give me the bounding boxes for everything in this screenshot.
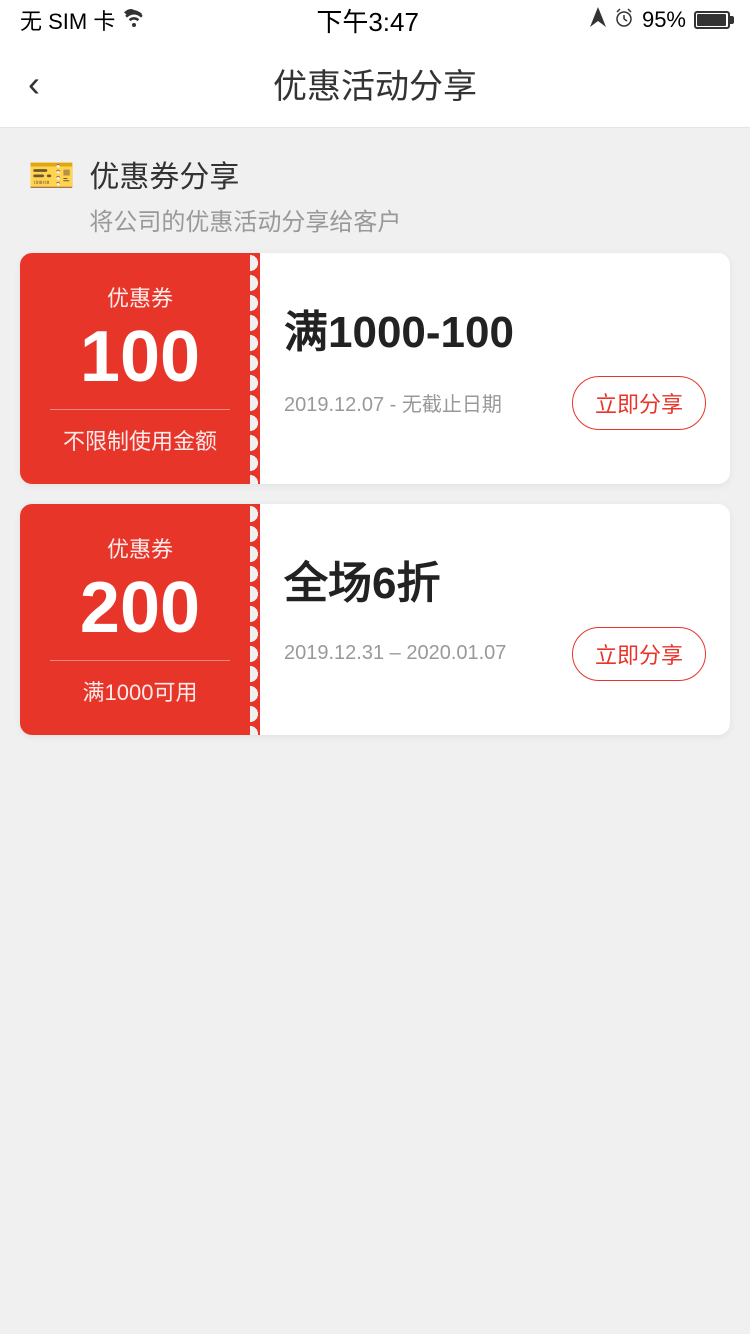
section-subtitle: 将公司的优惠活动分享给客户: [89, 202, 401, 237]
coupon-left-panel: 优惠券 100 不限制使用金额: [20, 253, 260, 484]
nav-bar: ‹ 优惠活动分享: [0, 40, 750, 128]
coupon-date: 2019.12.31 – 2020.01.07: [284, 642, 506, 665]
gps-icon: [590, 7, 606, 33]
coupon-name: 满1000-100: [284, 307, 706, 360]
alarm-icon: [614, 7, 634, 33]
coupon-item: 优惠券 100 不限制使用金额 满1000-100 2019.12.07 - 无…: [20, 253, 730, 484]
coupon-divider: [50, 660, 230, 661]
wifi-icon: [123, 7, 145, 33]
section-title: 优惠券分享: [89, 152, 401, 196]
status-left: 无 SIM 卡: [20, 4, 145, 36]
coupon-list: 优惠券 100 不限制使用金额 满1000-100 2019.12.07 - 无…: [0, 253, 750, 755]
coupon-share-icon: 🎫: [28, 154, 75, 198]
coupon-item: 优惠券 200 满1000可用 全场6折 2019.12.31 – 2020.0…: [20, 504, 730, 735]
coupon-name: 全场6折: [284, 558, 706, 611]
section-header: 🎫 优惠券分享 将公司的优惠活动分享给客户: [0, 128, 750, 253]
status-time: 下午3:47: [316, 2, 419, 39]
battery-percent: 95%: [642, 7, 686, 33]
carrier-text: 无 SIM 卡: [20, 4, 115, 36]
bottom-area: [0, 755, 750, 1255]
coupon-right-panel: 全场6折 2019.12.31 – 2020.01.07 立即分享: [260, 504, 730, 735]
coupon-left-panel: 优惠券 200 满1000可用: [20, 504, 260, 735]
back-button[interactable]: ‹: [28, 63, 40, 105]
coupon-right-panel: 满1000-100 2019.12.07 - 无截止日期 立即分享: [260, 253, 730, 484]
coupon-condition: 满1000可用: [83, 675, 198, 707]
coupon-condition: 不限制使用金额: [63, 424, 217, 456]
share-button[interactable]: 立即分享: [572, 627, 706, 681]
coupon-amount: 100: [80, 321, 200, 393]
coupon-footer: 2019.12.07 - 无截止日期 立即分享: [284, 376, 706, 430]
coupon-amount: 200: [80, 572, 200, 644]
section-text: 优惠券分享 将公司的优惠活动分享给客户: [89, 152, 401, 237]
battery-icon: [694, 11, 730, 29]
status-right: 95%: [590, 7, 730, 33]
share-button[interactable]: 立即分享: [572, 376, 706, 430]
page-title: 优惠活动分享: [273, 59, 477, 108]
coupon-label: 优惠券: [107, 281, 173, 313]
coupon-label: 优惠券: [107, 532, 173, 564]
coupon-footer: 2019.12.31 – 2020.01.07 立即分享: [284, 627, 706, 681]
status-bar: 无 SIM 卡 下午3:47 95%: [0, 0, 750, 40]
coupon-divider: [50, 409, 230, 410]
coupon-date: 2019.12.07 - 无截止日期: [284, 388, 502, 417]
